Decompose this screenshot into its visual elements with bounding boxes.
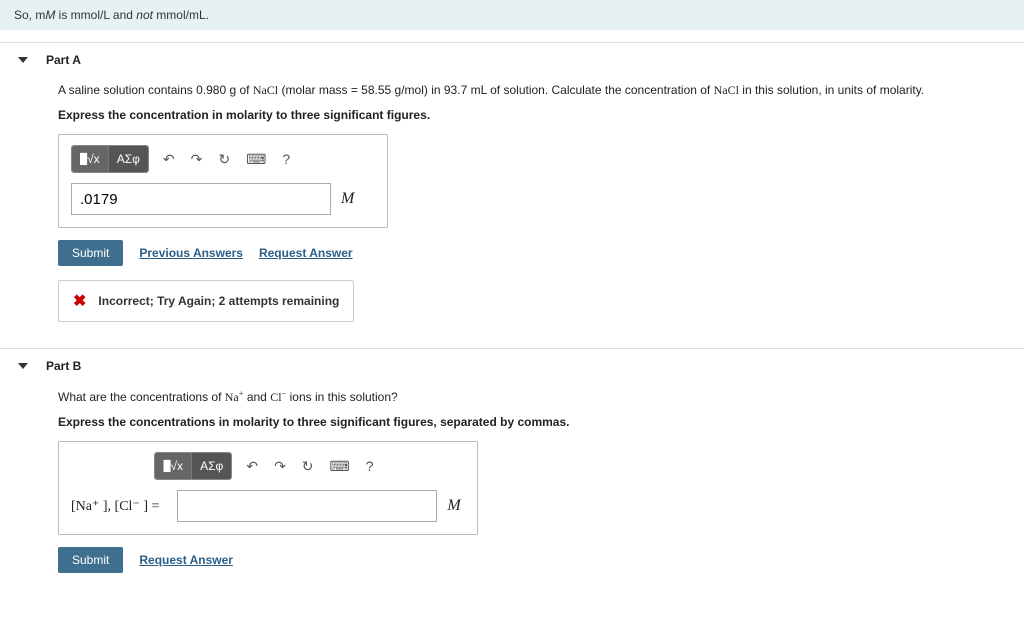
part-b-answer-box: █ √x ΑΣφ ↶ ↷ ↻ ⌨ ? [Na⁺ ], [Cl⁻ ] = M bbox=[58, 441, 478, 535]
equation-toolbar: █ √x ΑΣφ ↶ ↷ ↻ ⌨ ? bbox=[71, 145, 375, 173]
part-a-title: Part A bbox=[46, 53, 81, 67]
chevron-down-icon bbox=[18, 57, 28, 63]
undo-button[interactable]: ↶ bbox=[238, 453, 266, 479]
undo-button[interactable]: ↶ bbox=[155, 146, 183, 172]
previous-answers-link[interactable]: Previous Answers bbox=[139, 246, 243, 260]
keyboard-button[interactable]: ⌨ bbox=[238, 146, 274, 172]
part-b-answer-input[interactable] bbox=[177, 490, 437, 522]
part-a: Part A A saline solution contains 0.980 … bbox=[0, 42, 1024, 336]
note-emph: not bbox=[136, 8, 153, 22]
incorrect-icon: ✖ bbox=[73, 291, 86, 311]
reset-button[interactable]: ↻ bbox=[210, 146, 238, 172]
note-t1: is mmol/L and bbox=[55, 8, 136, 22]
redo-button[interactable]: ↷ bbox=[266, 453, 294, 479]
part-a-submit-button[interactable]: Submit bbox=[58, 240, 123, 266]
part-b-header[interactable]: Part B bbox=[18, 359, 1024, 373]
chevron-down-icon bbox=[18, 363, 28, 369]
part-a-feedback: ✖ Incorrect; Try Again; 2 attempts remai… bbox=[58, 280, 354, 322]
math-template-button[interactable]: █ √x bbox=[72, 146, 108, 172]
part-b: Part B What are the concentrations of Na… bbox=[0, 348, 1024, 587]
note-var: M bbox=[45, 8, 55, 22]
math-template-button[interactable]: █ √x bbox=[155, 453, 191, 479]
equation-toolbar: █ √x ΑΣφ ↶ ↷ ↻ ⌨ ? bbox=[154, 452, 381, 480]
feedback-text: Incorrect; Try Again; 2 attempts remaini… bbox=[98, 294, 339, 308]
keyboard-button[interactable]: ⌨ bbox=[322, 453, 358, 479]
note-t2: mmol/mL. bbox=[153, 8, 209, 22]
part-a-question: A saline solution contains 0.980 g of Na… bbox=[58, 81, 1004, 100]
greek-symbols-button[interactable]: ΑΣφ bbox=[191, 453, 231, 479]
part-b-question: What are the concentrations of Na+ and C… bbox=[58, 387, 1004, 407]
reset-button[interactable]: ↻ bbox=[294, 453, 322, 479]
intro-note: So, mM is mmol/L and not mmol/mL. bbox=[0, 0, 1024, 30]
help-button[interactable]: ? bbox=[274, 146, 298, 172]
part-b-label: [Na⁺ ], [Cl⁻ ] = bbox=[71, 498, 159, 515]
part-a-answer-box: █ √x ΑΣφ ↶ ↷ ↻ ⌨ ? M bbox=[58, 134, 388, 228]
request-answer-link[interactable]: Request Answer bbox=[259, 246, 353, 260]
part-a-header[interactable]: Part A bbox=[18, 53, 1024, 67]
part-b-instruction: Express the concentrations in molarity t… bbox=[58, 415, 1004, 429]
help-button[interactable]: ? bbox=[358, 453, 382, 479]
greek-symbols-button[interactable]: ΑΣφ bbox=[108, 146, 148, 172]
redo-button[interactable]: ↷ bbox=[183, 146, 211, 172]
request-answer-link[interactable]: Request Answer bbox=[139, 553, 233, 567]
note-prefix: So, m bbox=[14, 8, 45, 22]
part-a-answer-input[interactable] bbox=[71, 183, 331, 215]
part-b-unit: M bbox=[447, 497, 460, 515]
part-b-submit-button[interactable]: Submit bbox=[58, 547, 123, 573]
part-b-title: Part B bbox=[46, 359, 81, 373]
part-a-unit: M bbox=[341, 190, 354, 208]
part-a-instruction: Express the concentration in molarity to… bbox=[58, 108, 1004, 122]
